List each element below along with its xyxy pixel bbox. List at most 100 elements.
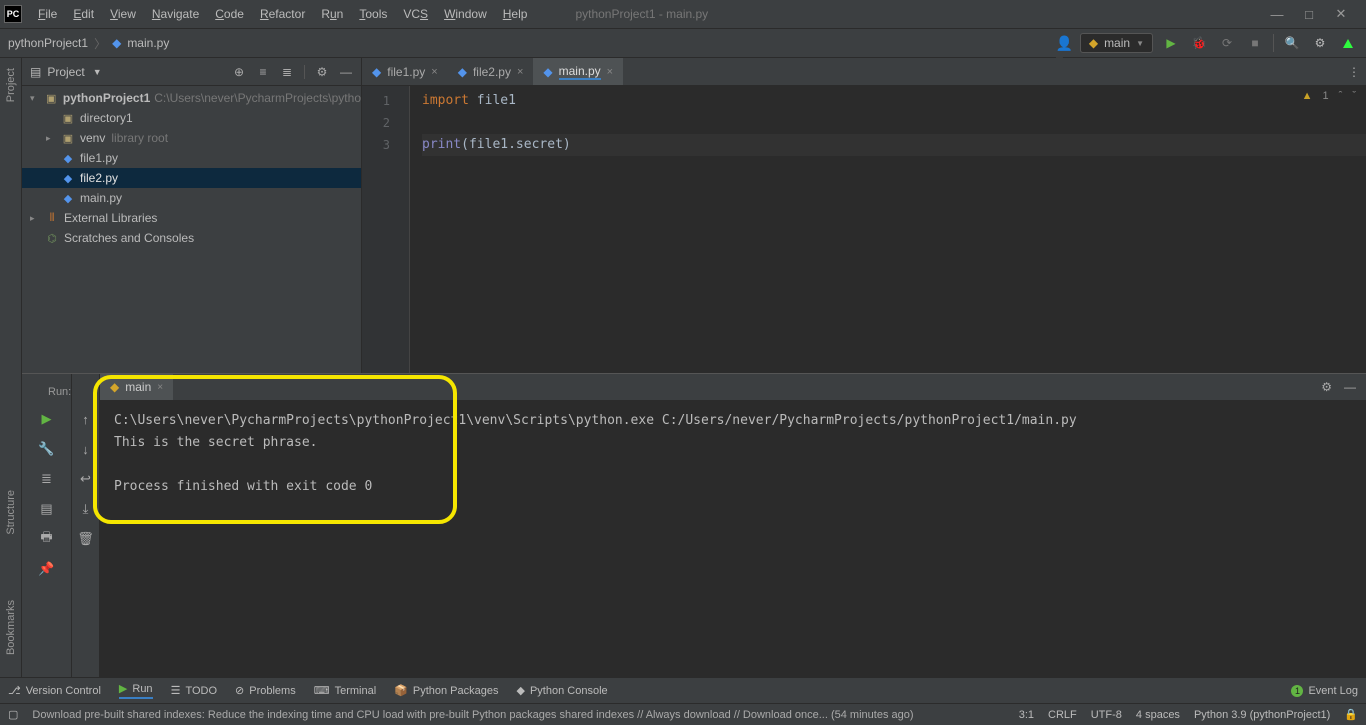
toolwin-version-control[interactable]: ⎇Version Control xyxy=(8,684,101,697)
run-tab-main[interactable]: ◆ main × xyxy=(100,374,173,400)
gear-icon[interactable]: ⚙ xyxy=(315,65,329,79)
status-encoding[interactable]: UTF-8 xyxy=(1091,709,1122,721)
editor-tab-file2[interactable]: ◆ file2.py × xyxy=(448,58,534,85)
menu-window[interactable]: Window xyxy=(436,4,495,24)
python-file-icon: ◆ xyxy=(60,150,76,166)
settings-button[interactable]: ⚙ xyxy=(1310,33,1330,53)
stop-button[interactable]: ■ xyxy=(1245,33,1265,53)
minimize-button[interactable]: — xyxy=(1270,7,1284,21)
close-tab-icon[interactable]: × xyxy=(431,66,437,78)
wrap-icon[interactable]: ↩ xyxy=(80,470,91,488)
toolwin-event-log[interactable]: 1 Event Log xyxy=(1291,685,1358,697)
toolwin-python-console[interactable]: ◆Python Console xyxy=(517,684,608,697)
status-line-ending[interactable]: CRLF xyxy=(1048,709,1077,721)
layout-icon[interactable]: ≣ xyxy=(41,470,52,488)
down-icon[interactable]: ↓ xyxy=(82,440,89,458)
bc-file[interactable]: main.py xyxy=(127,36,169,50)
breadcrumb: pythonProject1 〉 ◆ main.py xyxy=(8,35,169,52)
scroll-icon[interactable]: ⤓ xyxy=(83,500,89,518)
status-interpreter[interactable]: Python 3.9 (pythonProject1) xyxy=(1194,709,1330,721)
menu-vcs[interactable]: VCS xyxy=(395,4,436,24)
hide-panel-icon[interactable]: — xyxy=(1344,380,1356,394)
hide-statusbar-icon[interactable]: ▢ xyxy=(8,708,18,721)
python-file-icon: ◆ xyxy=(458,65,467,79)
tree-folder-directory1[interactable]: ▣ directory1 xyxy=(22,108,361,128)
tabs-menu[interactable]: ⋮ xyxy=(1342,58,1366,85)
status-indent[interactable]: 4 spaces xyxy=(1136,709,1180,721)
collapse-all-icon[interactable]: ≣ xyxy=(280,65,294,79)
coverage-button[interactable]: ⟳ xyxy=(1217,33,1237,53)
close-tab-icon[interactable]: × xyxy=(607,66,613,78)
lock-icon[interactable]: 🔒 xyxy=(1344,708,1358,721)
todo-icon: ☰ xyxy=(171,684,181,697)
tree-scratches[interactable]: ⌬ Scratches and Consoles xyxy=(22,228,361,248)
youtrack-icon[interactable] xyxy=(1338,33,1358,53)
menu-file[interactable]: File xyxy=(30,4,65,24)
menu-tools[interactable]: Tools xyxy=(351,4,395,24)
trash-icon[interactable]: 🗑 xyxy=(77,530,94,548)
status-message[interactable]: Download pre-built shared indexes: Reduc… xyxy=(32,709,1004,721)
editor-tab-file1[interactable]: ◆ file1.py × xyxy=(362,58,448,85)
tree-file-file1[interactable]: ◆ file1.py xyxy=(22,148,361,168)
tree-file-file2[interactable]: ◆ file2.py xyxy=(22,168,361,188)
user-icon[interactable]: 👤▾ xyxy=(1056,35,1072,51)
tree-folder-venv[interactable]: ▸ ▣ venv library root xyxy=(22,128,361,148)
editor-body[interactable]: 1 2 3 import file1 print(file1.secret) ▲… xyxy=(362,86,1366,373)
menu-run[interactable]: Run xyxy=(313,4,351,24)
code-content[interactable]: import file1 print(file1.secret) xyxy=(410,86,1366,373)
toolwin-terminal[interactable]: ⌨Terminal xyxy=(314,684,376,697)
window-title: pythonProject1 - main.py xyxy=(575,7,708,21)
menu-code[interactable]: Code xyxy=(207,4,252,24)
folder-icon: ▣ xyxy=(60,130,76,146)
bottom-toolbar: ⎇Version Control ▶Run ☰TODO ⊘Problems ⌨T… xyxy=(0,677,1366,703)
side-tab-structure[interactable]: Structure xyxy=(5,490,17,535)
side-tab-bookmarks[interactable]: Bookmarks xyxy=(5,600,17,655)
run-button[interactable]: ▶ xyxy=(1161,33,1181,53)
locate-icon[interactable]: ⊕ xyxy=(232,65,246,79)
run-side-toolbar-2: ↑ ↓ ↩ ⤓ 🗑 xyxy=(72,374,100,677)
close-button[interactable]: ✕ xyxy=(1334,7,1348,21)
menu-navigate[interactable]: Navigate xyxy=(144,4,207,24)
run-panel: Run: ▶ 🔧 ≣ ▤ 🖶 📌 ↑ ↓ ↩ ⤓ 🗑 ◆ xyxy=(22,373,1366,677)
tree-file-main[interactable]: ◆ main.py xyxy=(22,188,361,208)
python-file-icon: ◆ xyxy=(543,65,552,79)
inspections-widget[interactable]: ▲ 1 ˆ ˇ xyxy=(1302,90,1356,102)
tree-root[interactable]: ▾ ▣ pythonProject1 C:\Users\never\Pychar… xyxy=(22,88,361,108)
editor-tab-main[interactable]: ◆ main.py × xyxy=(533,58,623,85)
toolwin-run[interactable]: ▶Run xyxy=(119,682,153,699)
run-config-selector[interactable]: ◆ main ▼ xyxy=(1080,33,1153,53)
chevron-down-icon[interactable]: ▼ xyxy=(93,67,102,77)
next-highlight-icon[interactable]: ˇ xyxy=(1352,90,1356,102)
hide-panel-icon[interactable]: — xyxy=(339,65,353,79)
close-tab-icon[interactable]: × xyxy=(157,382,163,393)
console-stdout: This is the secret phrase. xyxy=(114,432,1352,454)
menu-view[interactable]: View xyxy=(102,4,144,24)
search-everywhere-button[interactable]: 🔍 xyxy=(1282,33,1302,53)
toolwin-python-packages[interactable]: 📦Python Packages xyxy=(394,684,498,697)
prev-highlight-icon[interactable]: ˆ xyxy=(1339,90,1343,102)
debug-button[interactable]: 🐞 xyxy=(1189,33,1209,53)
close-tab-icon[interactable]: × xyxy=(517,66,523,78)
menu-edit[interactable]: Edit xyxy=(65,4,102,24)
console-cmd: C:\Users\never\PycharmProjects\pythonPro… xyxy=(114,410,1352,432)
tree-external-libraries[interactable]: ▸ ⫴ External Libraries xyxy=(22,208,361,228)
gear-icon[interactable]: ⚙ xyxy=(1321,380,1332,394)
filters-icon[interactable]: ▤ xyxy=(40,500,52,518)
up-icon[interactable]: ↑ xyxy=(82,410,89,428)
expand-all-icon[interactable]: ≡ xyxy=(256,65,270,79)
menu-help[interactable]: Help xyxy=(495,4,536,24)
toolwin-todo[interactable]: ☰TODO xyxy=(171,684,217,697)
status-pos[interactable]: 3:1 xyxy=(1019,709,1034,721)
tools-icon[interactable]: 🔧 xyxy=(38,440,54,458)
nav-bar: pythonProject1 〉 ◆ main.py 👤▾ ◆ main ▼ ▶… xyxy=(0,29,1366,58)
maximize-button[interactable]: □ xyxy=(1302,7,1316,21)
menu-refactor[interactable]: Refactor xyxy=(252,4,313,24)
bc-project[interactable]: pythonProject1 xyxy=(8,36,88,50)
bc-sep: 〉 xyxy=(94,35,106,52)
rerun-icon[interactable]: ▶ xyxy=(42,410,52,428)
side-tab-project[interactable]: Project xyxy=(5,68,17,102)
toolwin-problems[interactable]: ⊘Problems xyxy=(235,684,296,697)
console-output[interactable]: C:\Users\never\PycharmProjects\pythonPro… xyxy=(100,400,1366,677)
print-icon[interactable]: 🖶 xyxy=(40,530,52,548)
pin-icon[interactable]: 📌 xyxy=(38,560,54,578)
